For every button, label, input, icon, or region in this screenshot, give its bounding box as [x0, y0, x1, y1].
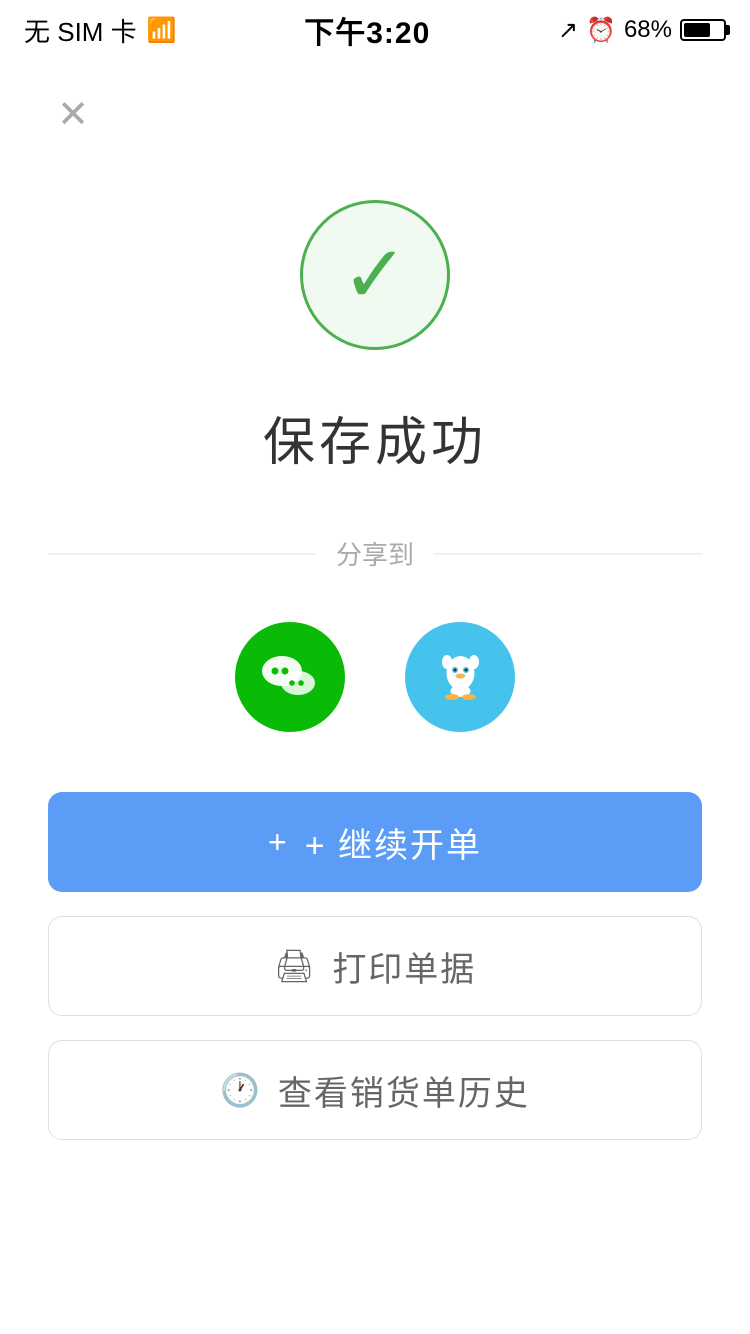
clock-icon: 🕐 [220, 1074, 262, 1106]
share-icons-row [235, 622, 515, 732]
close-button[interactable]: ✕ [48, 90, 98, 140]
print-label: 打印单据 [332, 942, 476, 991]
qq-icon [428, 645, 493, 710]
status-left: 无 SIM 卡 📶 [24, 12, 177, 49]
location-icon: ↗ [558, 16, 578, 45]
history-label: 查看销货单历史 [278, 1066, 530, 1115]
history-button[interactable]: 🕐 查看销货单历史 [48, 1040, 702, 1140]
checkmark-icon: ✓ [341, 235, 408, 315]
alarm-icon: ⏰ [586, 16, 616, 45]
share-section: 分享到 [48, 535, 702, 572]
continue-order-label: + 继续开单 [305, 818, 482, 867]
status-bar: 无 SIM 卡 📶 下午3:20 ↗ ⏰ 68% [0, 0, 750, 60]
page-container: ✕ ✓ 保存成功 分享到 [0, 60, 750, 1334]
continue-order-button[interactable]: + + 继续开单 [48, 792, 702, 892]
printer-icon: 🖨 [274, 950, 317, 982]
wechat-share-button[interactable] [235, 622, 345, 732]
share-label-wrap: 分享到 [48, 535, 702, 572]
status-right: ↗ ⏰ 68% [558, 16, 726, 45]
plus-icon: + [268, 826, 289, 858]
qq-share-button[interactable] [405, 622, 515, 732]
close-button-row: ✕ [48, 60, 702, 160]
close-icon: ✕ [57, 96, 89, 134]
no-sim-label: 无 SIM 卡 [24, 12, 137, 49]
wechat-icon [258, 645, 323, 710]
share-label: 分享到 [316, 535, 434, 572]
success-icon-circle: ✓ [300, 200, 450, 350]
print-button[interactable]: 🖨 打印单据 [48, 916, 702, 1016]
success-title: 保存成功 [263, 400, 487, 475]
battery-percent: 68% [624, 16, 672, 44]
battery-icon [680, 19, 726, 41]
status-time: 下午3:20 [304, 8, 430, 52]
wifi-icon: 📶 [147, 16, 177, 45]
action-buttons: + + 继续开单 🖨 打印单据 🕐 查看销货单历史 [48, 792, 702, 1140]
